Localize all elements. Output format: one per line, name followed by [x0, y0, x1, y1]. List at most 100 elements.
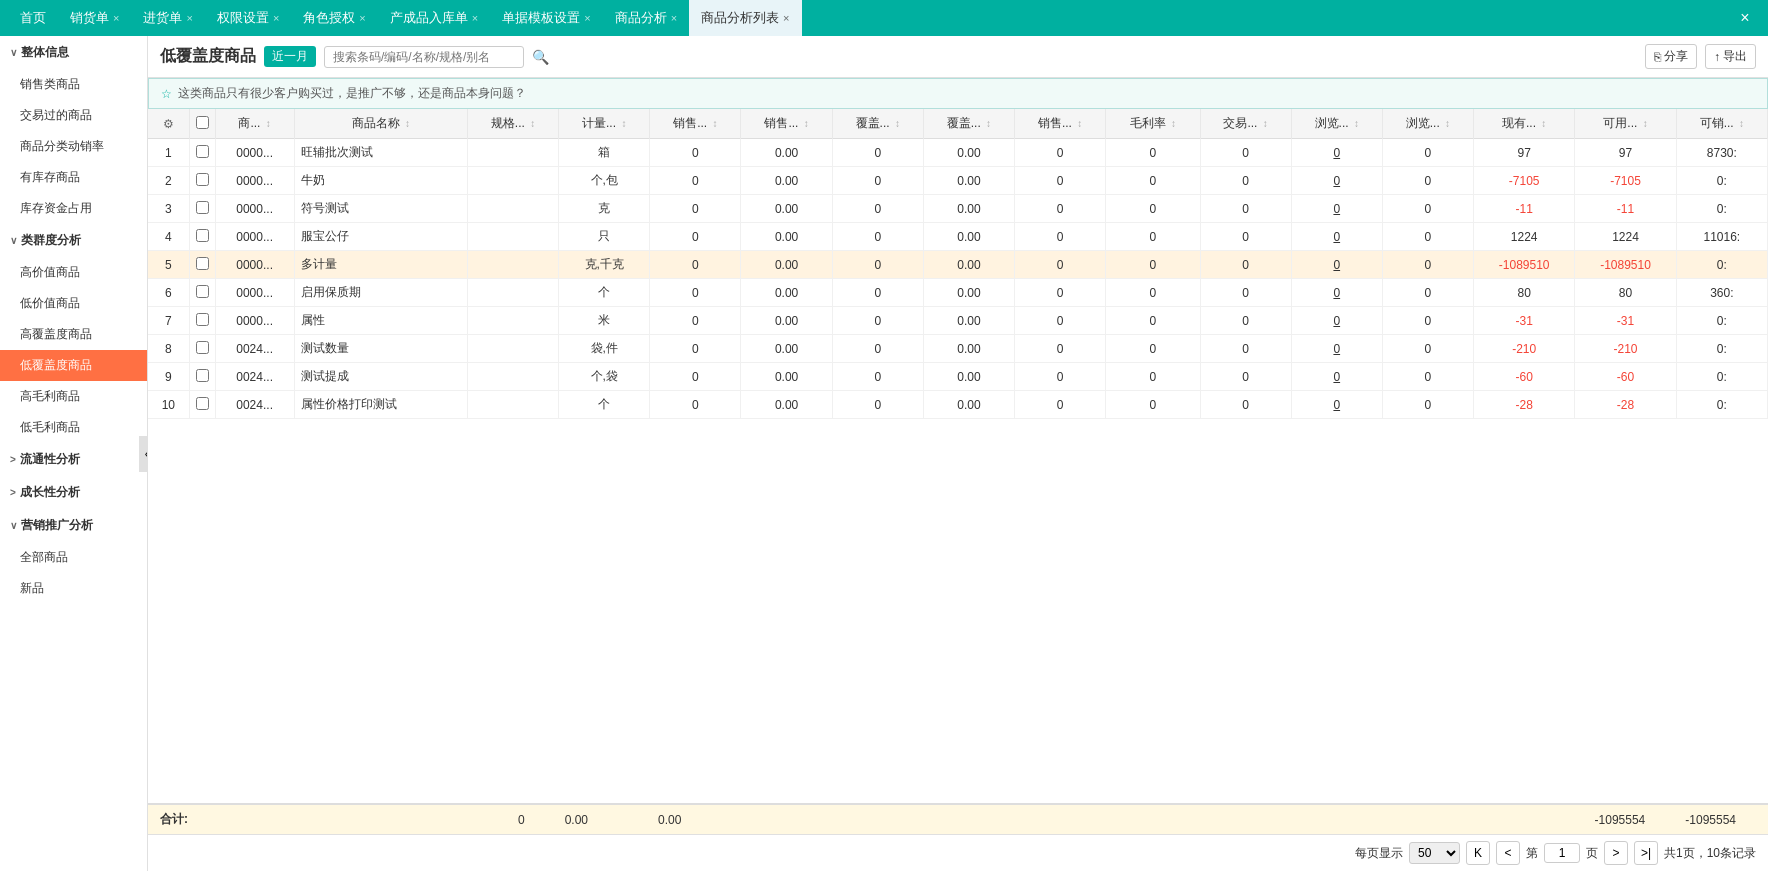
prev-page-button[interactable]: < [1496, 841, 1520, 865]
row-checkbox[interactable] [189, 167, 215, 195]
row-checkbox[interactable] [189, 335, 215, 363]
row-view1: 0 [1291, 251, 1382, 279]
sidebar-item-high-profit[interactable]: 高毛利商品 [0, 381, 147, 412]
row-checkbox[interactable] [189, 139, 215, 167]
sidebar-item-category-rate[interactable]: 商品分类动销率 [0, 131, 147, 162]
sidebar-collapse-button[interactable]: « [139, 436, 148, 472]
sidebar-section-chengzhang[interactable]: > 成长性分析 [0, 476, 147, 509]
row-select-checkbox[interactable] [196, 145, 209, 158]
row-cover1: 0 [832, 223, 923, 251]
nav-product-entry[interactable]: 产成品入库单 × [378, 0, 490, 36]
nav-purchase-order-close[interactable]: × [186, 12, 192, 24]
nav-template-settings[interactable]: 单据模板设置 × [490, 0, 602, 36]
col-available[interactable]: 可用... ↕ [1575, 109, 1676, 139]
row-view1: 0 [1291, 223, 1382, 251]
sidebar-item-high-coverage[interactable]: 高覆盖度商品 [0, 319, 147, 350]
nav-product-entry-close[interactable]: × [472, 12, 478, 24]
nav-purchase-order[interactable]: 进货单 × [131, 0, 204, 36]
sidebar-item-all-goods[interactable]: 全部商品 [0, 542, 147, 573]
row-select-checkbox[interactable] [196, 257, 209, 270]
nav-role-close[interactable]: × [359, 12, 365, 24]
col-checkbox-header[interactable] [189, 109, 215, 139]
col-saleable[interactable]: 可销... ↕ [1676, 109, 1767, 139]
col-gross-rate[interactable]: 毛利率 ↕ [1106, 109, 1200, 139]
sidebar-item-high-value[interactable]: 高价值商品 [0, 257, 147, 288]
col-settings[interactable]: ⚙ [148, 109, 189, 139]
sidebar-section-yingxiao[interactable]: ∨ 营销推广分析 [0, 509, 147, 542]
row-select-checkbox[interactable] [196, 369, 209, 382]
nav-permission-close[interactable]: × [273, 12, 279, 24]
col-cover1[interactable]: 覆盖... ↕ [832, 109, 923, 139]
export-button[interactable]: ↑ 导出 [1705, 44, 1756, 69]
current-page-input[interactable] [1544, 843, 1580, 863]
row-checkbox[interactable] [189, 363, 215, 391]
share-button[interactable]: ⎘ 分享 [1645, 44, 1697, 69]
sidebar-item-stock-goods[interactable]: 有库存商品 [0, 162, 147, 193]
row-view2: 0 [1382, 391, 1473, 419]
sidebar-item-low-profit[interactable]: 低毛利商品 [0, 412, 147, 443]
row-checkbox[interactable] [189, 251, 215, 279]
search-button[interactable]: 🔍 [532, 49, 549, 65]
col-name[interactable]: 商品名称 ↕ [294, 109, 467, 139]
page-size-select[interactable]: 10 20 50 100 [1409, 842, 1460, 864]
row-number: 10 [148, 391, 189, 419]
sidebar-item-sales-goods[interactable]: 销售类商品 [0, 69, 147, 100]
row-current: -7105 [1474, 167, 1575, 195]
row-code: 0000... [215, 195, 294, 223]
row-select-checkbox[interactable] [196, 341, 209, 354]
row-checkbox[interactable] [189, 279, 215, 307]
col-current[interactable]: 现有... ↕ [1474, 109, 1575, 139]
nav-template-close[interactable]: × [584, 12, 590, 24]
row-checkbox[interactable] [189, 307, 215, 335]
row-checkbox[interactable] [189, 223, 215, 251]
col-transaction[interactable]: 交易... ↕ [1200, 109, 1291, 139]
row-select-checkbox[interactable] [196, 285, 209, 298]
nav-home[interactable]: 首页 [8, 0, 58, 36]
row-select-checkbox[interactable] [196, 201, 209, 214]
row-checkbox[interactable] [189, 195, 215, 223]
next-page-button[interactable]: > [1604, 841, 1628, 865]
row-checkbox[interactable] [189, 391, 215, 419]
sidebar-item-low-coverage[interactable]: 低覆盖度商品 [0, 350, 147, 381]
nav-analysis-close[interactable]: × [671, 12, 677, 24]
col-sales-count[interactable]: 销售... ↕ [650, 109, 741, 139]
nav-product-analysis-list[interactable]: 商品分析列表 × [689, 0, 801, 36]
col-code[interactable]: 商... ↕ [215, 109, 294, 139]
nav-role-auth[interactable]: 角色授权 × [291, 0, 377, 36]
col-sales-amount[interactable]: 销售... ↕ [741, 109, 832, 139]
nav-sales-order[interactable]: 销货单 × [58, 0, 131, 36]
sidebar-section-zhengti[interactable]: ∨ 整体信息 [0, 36, 147, 69]
col-view2[interactable]: 浏览... ↕ [1382, 109, 1473, 139]
sidebar-section-category[interactable]: ∨ 类群度分析 [0, 224, 147, 257]
nav-product-analysis[interactable]: 商品分析 × [603, 0, 689, 36]
nav-permission-settings[interactable]: 权限设置 × [205, 0, 291, 36]
col-spec[interactable]: 规格... ↕ [467, 109, 558, 139]
col-view1[interactable]: 浏览... ↕ [1291, 109, 1382, 139]
sidebar-item-low-value[interactable]: 低价值商品 [0, 288, 147, 319]
col-sales3[interactable]: 销售... ↕ [1014, 109, 1105, 139]
sidebar-item-stock-capital[interactable]: 库存资金占用 [0, 193, 147, 224]
row-select-checkbox[interactable] [196, 397, 209, 410]
row-cover1: 0 [832, 251, 923, 279]
row-sales3: 0 [1014, 139, 1105, 167]
date-filter-button[interactable]: 近一月 [264, 46, 316, 67]
col-unit[interactable]: 计量... ↕ [559, 109, 650, 139]
window-close-button[interactable]: × [1730, 3, 1760, 33]
row-select-checkbox[interactable] [196, 313, 209, 326]
nav-analysis-list-close[interactable]: × [783, 12, 789, 24]
col-cover2[interactable]: 覆盖... ↕ [923, 109, 1014, 139]
sidebar-item-traded-goods[interactable]: 交易过的商品 [0, 100, 147, 131]
select-all-checkbox[interactable] [196, 116, 209, 129]
row-sales-count: 0 [650, 195, 741, 223]
nav-sales-order-close[interactable]: × [113, 12, 119, 24]
row-select-checkbox[interactable] [196, 173, 209, 186]
row-view2: 0 [1382, 139, 1473, 167]
data-table: ⚙ 商... ↕ 商品名称 ↕ 规格... ↕ 计量... ↕ 销售... ↕ … [148, 109, 1768, 419]
search-input[interactable] [324, 46, 524, 68]
last-page-button[interactable]: >| [1634, 841, 1658, 865]
sidebar-section-liutong[interactable]: > 流通性分析 [0, 443, 147, 476]
sidebar-item-new-goods[interactable]: 新品 [0, 573, 147, 604]
first-page-button[interactable]: K [1466, 841, 1490, 865]
row-spec [467, 251, 558, 279]
row-select-checkbox[interactable] [196, 229, 209, 242]
